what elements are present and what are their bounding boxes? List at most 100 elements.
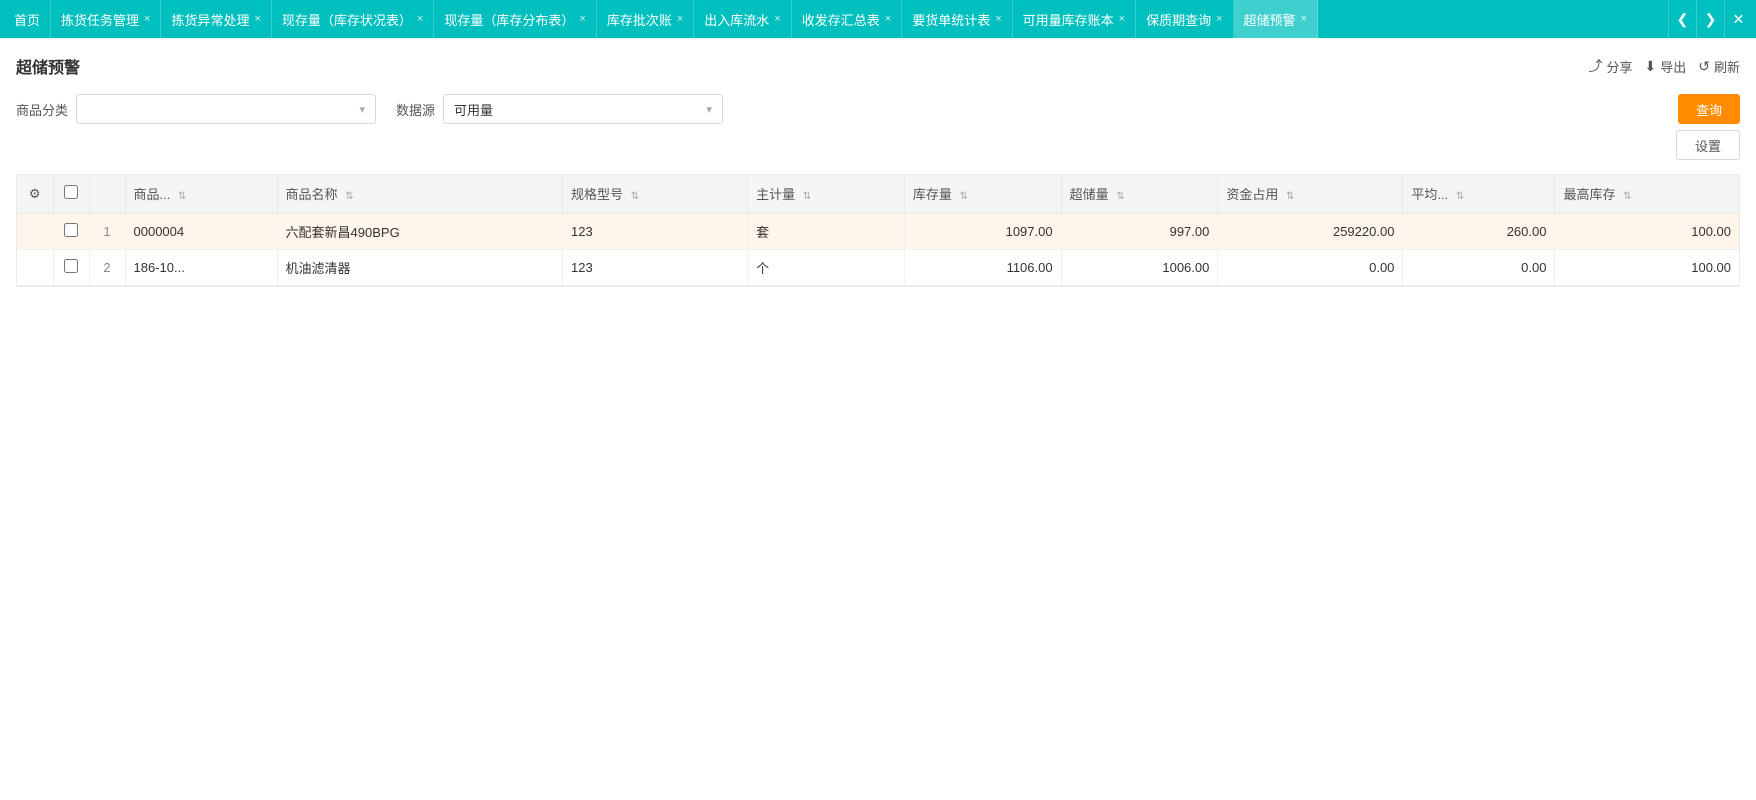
tab-close-btn[interactable]: ×: [417, 13, 423, 25]
category-filter-label: 商品分类: [16, 100, 68, 119]
col-avg[interactable]: 平均... ⇅: [1403, 175, 1555, 213]
col-code-label: 商品...: [134, 187, 171, 202]
tab-close-btn[interactable]: ×: [579, 13, 585, 25]
row-checkbox[interactable]: [64, 223, 78, 237]
data-table-wrapper: ⚙ 商品... ⇅ 商品名称 ⇅ 规格型号: [16, 174, 1740, 287]
nav-tab-7[interactable]: 收发存汇总表×: [792, 0, 902, 38]
nav-tab-10[interactable]: 保质期查询 ×: [1136, 0, 1233, 38]
top-navigation: 首页拣货任务管理×拣货异常处理×现存量（库存状况表）×现存量（库存分布表）×库存…: [0, 0, 1756, 38]
nav-tab-label: 保质期查询: [1146, 10, 1211, 29]
col-settings[interactable]: ⚙: [17, 175, 53, 213]
refresh-icon: ↺: [1698, 58, 1710, 75]
datasource-select[interactable]: 可用量 ▾: [443, 94, 723, 124]
nav-tab-label: 拣货任务管理: [61, 10, 139, 29]
row-checkbox-cell[interactable]: [53, 249, 89, 285]
nav-tab-4[interactable]: 现存量（库存分布表） ×: [434, 0, 596, 38]
action-buttons: 查询 设置: [1668, 94, 1740, 160]
nav-tab-11[interactable]: 超储预警×: [1234, 0, 1318, 38]
tab-close-btn[interactable]: ×: [254, 13, 260, 25]
col-name-sort-icon: ⇅: [345, 191, 353, 202]
row-maxstock: 100.00: [1555, 213, 1739, 249]
col-capital-sort-icon: ⇅: [1286, 191, 1294, 202]
row-capital: 259220.00: [1218, 213, 1403, 249]
nav-tab-8[interactable]: 要货单统计表×: [902, 0, 1012, 38]
nav-tab-2[interactable]: 拣货异常处理×: [161, 0, 271, 38]
nav-tab-9[interactable]: 可用量库存账本 ×: [1013, 0, 1136, 38]
row-avg: 0.00: [1403, 249, 1555, 285]
category-select[interactable]: ▾: [76, 94, 376, 124]
nav-tab-1[interactable]: 拣货任务管理 ×: [51, 0, 161, 38]
col-unit[interactable]: 主计量 ⇅: [748, 175, 905, 213]
tab-close-btn[interactable]: ×: [1216, 13, 1222, 25]
nav-arrow-left[interactable]: ❮: [1668, 0, 1696, 38]
nav-tab-3[interactable]: 现存量（库存状况表） ×: [272, 0, 434, 38]
row-spec: 123: [563, 249, 748, 285]
col-code[interactable]: 商品... ⇅: [125, 175, 277, 213]
nav-tab-0[interactable]: 首页: [4, 0, 51, 38]
nav-tab-5[interactable]: 库存批次账×: [597, 0, 694, 38]
col-overstock-sort-icon: ⇅: [1116, 191, 1124, 202]
col-index: [89, 175, 125, 213]
export-action[interactable]: ⬇ 导出: [1645, 57, 1687, 76]
tab-close-btn[interactable]: ×: [774, 13, 780, 25]
nav-tab-label: 现存量（库存状况表）: [282, 10, 412, 29]
nav-tab-label: 可用量库存账本: [1023, 10, 1114, 29]
tab-close-btn[interactable]: ×: [1301, 13, 1307, 25]
row-index: 2: [89, 249, 125, 285]
nav-arrows: ❮ ❯ ✕: [1668, 0, 1752, 38]
col-overstock[interactable]: 超储量 ⇅: [1061, 175, 1218, 213]
query-button[interactable]: 查询: [1678, 94, 1740, 124]
col-unit-sort-icon: ⇅: [803, 191, 811, 202]
col-capital[interactable]: 资金占用 ⇅: [1218, 175, 1403, 213]
col-name-label: 商品名称: [286, 187, 338, 202]
nav-arrow-right[interactable]: ❯: [1696, 0, 1724, 38]
col-spec-sort-icon: ⇅: [631, 191, 639, 202]
row-checkbox[interactable]: [64, 259, 78, 273]
category-chevron-icon: ▾: [359, 103, 365, 116]
col-capital-label: 资金占用: [1226, 187, 1278, 202]
row-checkbox-cell[interactable]: [53, 213, 89, 249]
nav-tab-label: 出入库流水: [704, 10, 769, 29]
share-label: 分享: [1606, 57, 1632, 76]
table-header-row: ⚙ 商品... ⇅ 商品名称 ⇅ 规格型号: [17, 175, 1739, 213]
tab-close-btn[interactable]: ×: [677, 13, 683, 25]
nav-arrow-close[interactable]: ✕: [1724, 0, 1752, 38]
tab-close-btn[interactable]: ×: [1119, 13, 1125, 25]
col-stock-label: 库存量: [913, 187, 952, 202]
tab-close-btn[interactable]: ×: [885, 13, 891, 25]
data-table: ⚙ 商品... ⇅ 商品名称 ⇅ 规格型号: [17, 175, 1739, 286]
row-name: 六配套新昌490BPG: [277, 213, 562, 249]
settings-button[interactable]: 设置: [1676, 130, 1740, 160]
refresh-action[interactable]: ↺ 刷新: [1698, 57, 1740, 76]
col-stock[interactable]: 库存量 ⇅: [904, 175, 1061, 213]
col-maxstock-label: 最高库存: [1563, 187, 1615, 202]
page-header: 超储预警 ⤴ 分享 ⬇ 导出 ↺ 刷新: [16, 54, 1740, 78]
nav-tab-label: 现存量（库存分布表）: [444, 10, 574, 29]
col-name[interactable]: 商品名称 ⇅: [277, 175, 562, 213]
header-actions: ⤴ 分享 ⬇ 导出 ↺ 刷新: [1588, 56, 1740, 76]
category-select-value: [87, 102, 91, 117]
nav-tab-6[interactable]: 出入库流水 ×: [694, 0, 791, 38]
col-code-sort-icon: ⇅: [178, 191, 186, 202]
col-select-all[interactable]: [53, 175, 89, 213]
page-title: 超储预警: [16, 54, 1588, 78]
tab-close-btn[interactable]: ×: [144, 13, 150, 25]
col-spec[interactable]: 规格型号 ⇅: [563, 175, 748, 213]
row-actions-cell: [17, 249, 53, 285]
col-avg-sort-icon: ⇅: [1456, 191, 1464, 202]
share-action[interactable]: ⤴ 分享: [1588, 56, 1632, 76]
col-unit-label: 主计量: [756, 187, 795, 202]
col-maxstock[interactable]: 最高库存 ⇅: [1555, 175, 1739, 213]
col-spec-label: 规格型号: [571, 187, 623, 202]
col-maxstock-sort-icon: ⇅: [1623, 191, 1631, 202]
refresh-label: 刷新: [1714, 57, 1740, 76]
category-filter: 商品分类 ▾: [16, 94, 376, 124]
col-stock-sort-icon: ⇅: [959, 191, 967, 202]
table-row: 1 0000004 六配套新昌490BPG 123 套 1097.00 997.…: [17, 213, 1739, 249]
col-avg-label: 平均...: [1411, 187, 1448, 202]
row-overstock: 1006.00: [1061, 249, 1218, 285]
select-all-checkbox[interactable]: [64, 185, 78, 199]
tab-close-btn[interactable]: ×: [995, 13, 1001, 25]
table-row: 2 186-10... 机油滤清器 123 个 1106.00 1006.00 …: [17, 249, 1739, 285]
row-unit: 个: [748, 249, 905, 285]
